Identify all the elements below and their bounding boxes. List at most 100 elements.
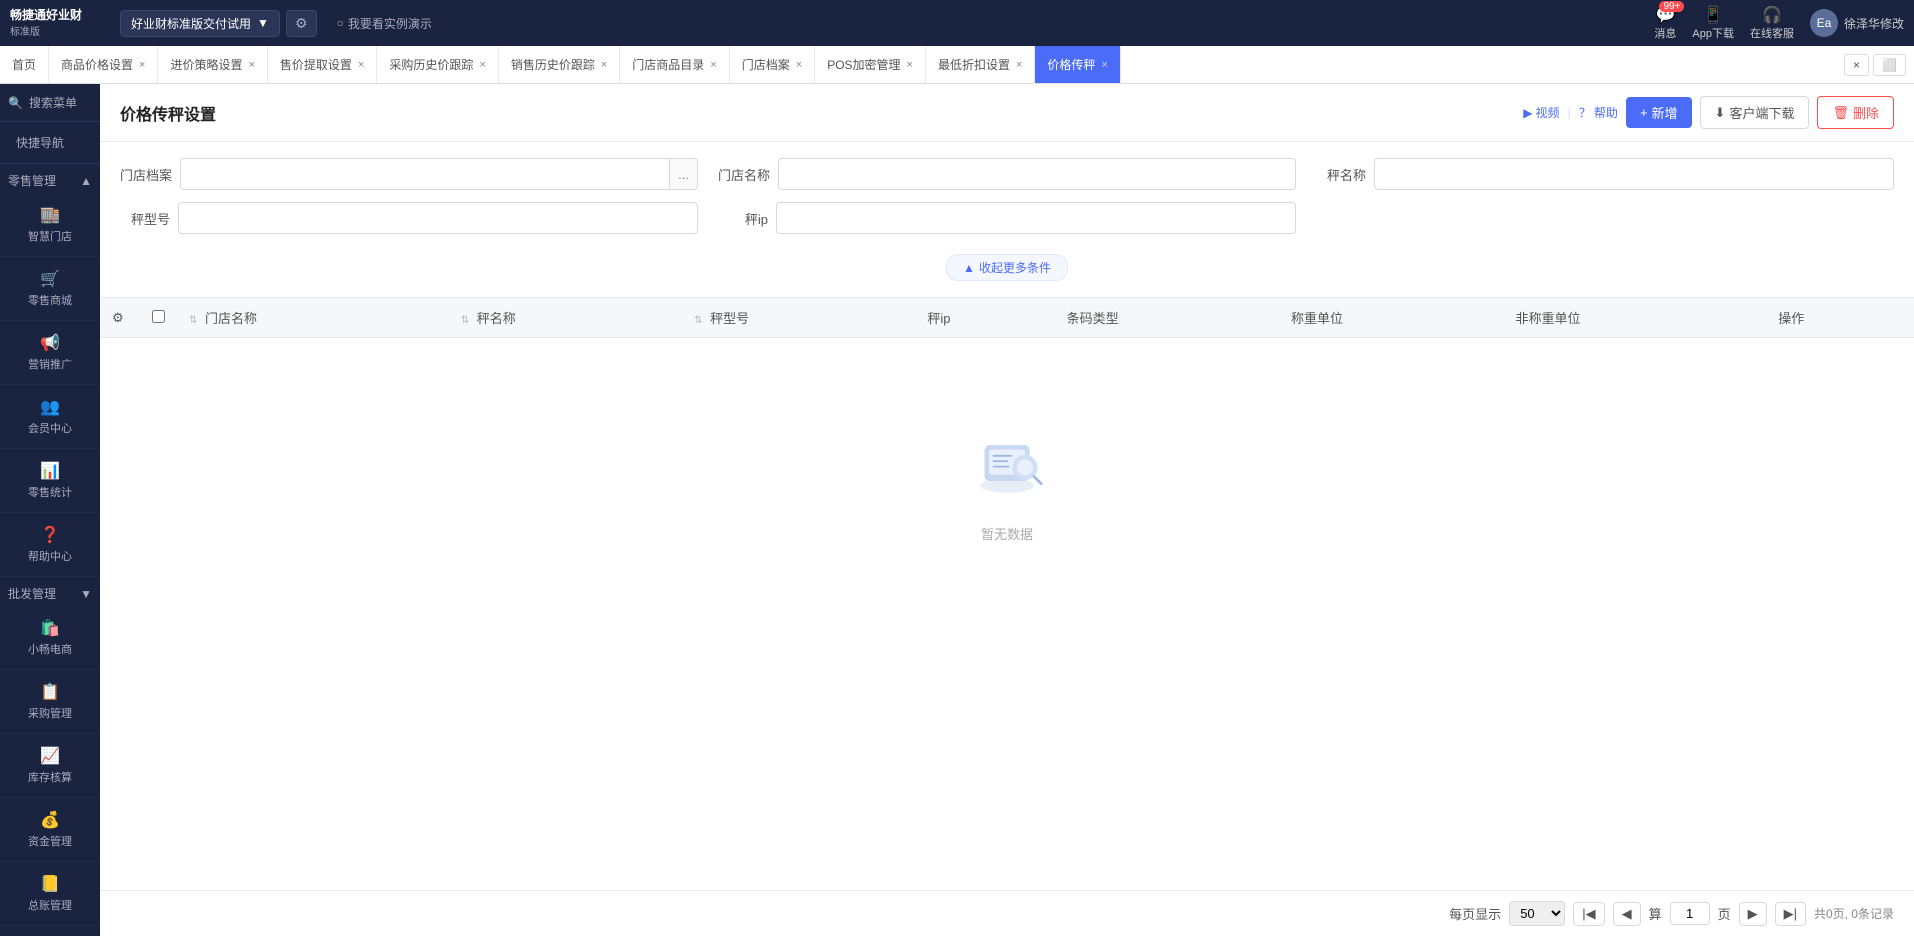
app-download-icon: 📱 xyxy=(1703,5,1723,25)
tab-store-profile-close[interactable]: × xyxy=(796,59,802,71)
tab-store-catalog[interactable]: 门店商品目录 × xyxy=(620,46,729,83)
scale-model-input[interactable] xyxy=(178,202,698,234)
sidebar-item-ecom[interactable]: 🛍️ 小畅电商 xyxy=(0,606,100,670)
user-info[interactable]: Ea 徐泽华修改 xyxy=(1810,9,1904,37)
settings-btn[interactable]: ⚙ xyxy=(286,10,317,37)
add-label: 新增 xyxy=(1652,103,1678,122)
filter-row-1: 门店档案 ... 门店名称 秤名称 xyxy=(120,158,1894,190)
sidebar-item-retail-stats[interactable]: 📊 零售统计 xyxy=(0,449,100,513)
store-name-input[interactable] xyxy=(778,158,1296,190)
table-header: ⚙ ⇅ 门店名称 ⇅ 秤名称 xyxy=(100,298,1914,338)
scale-ip-label: 秤ip xyxy=(718,209,768,228)
video-link[interactable]: ▶ 视频 xyxy=(1523,104,1559,121)
help-link[interactable]: ？ 帮助 xyxy=(1579,104,1618,121)
sidebar-item-invoice[interactable]: 🧾 发票管理 xyxy=(0,926,100,936)
retail-stats-icon: 📊 xyxy=(40,461,60,481)
scale-name-input[interactable] xyxy=(1374,158,1894,190)
first-page-btn[interactable]: |◀ xyxy=(1573,902,1604,926)
online-service-btn[interactable]: 🎧 在线客服 xyxy=(1750,5,1794,41)
version-label: 好业财标准版交付试用 xyxy=(131,15,251,32)
tab-price-settings-close[interactable]: × xyxy=(139,59,145,71)
online-store-icon: 🛒 xyxy=(40,269,60,289)
sidebar-item-inventory[interactable]: 📈 库存核算 xyxy=(0,734,100,798)
sidebar-item-members[interactable]: 👥 会员中心 xyxy=(0,385,100,449)
filter-row-2: 秤型号 秤ip xyxy=(120,202,1894,234)
app-download-btn[interactable]: 📱 App下载 xyxy=(1692,5,1734,41)
per-page-label: 每页显示 xyxy=(1449,904,1501,923)
tab-min-discount[interactable]: 最低折扣设置 × xyxy=(926,46,1035,83)
tab-pos-manage-close[interactable]: × xyxy=(907,59,913,71)
tab-sale-history-close[interactable]: × xyxy=(601,59,607,71)
sidebar-search[interactable]: 🔍 搜索菜单 xyxy=(0,84,100,122)
column-settings-icon[interactable]: ⚙ xyxy=(112,310,124,325)
tab-purchase-strategy-close[interactable]: × xyxy=(248,59,254,71)
tab-price-scale-close[interactable]: × xyxy=(1101,59,1107,71)
store-profile-input[interactable] xyxy=(180,158,670,190)
tab-sale-price[interactable]: 售价提取设置 × xyxy=(268,46,377,83)
sidebar-quick-nav-item[interactable]: 快捷导航 xyxy=(0,128,100,157)
sidebar-item-retail[interactable]: 零售管理 ▲ xyxy=(0,164,100,193)
retail-stats-label: 零售统计 xyxy=(28,484,72,500)
header-actions: ▶ 视频 | ？ 帮助 + 新增 ⬇ 客户端下载 🗑 删除 xyxy=(1523,96,1894,141)
online-store-label: 零售商城 xyxy=(28,292,72,308)
version-selector[interactable]: 好业财标准版交付试用 ▼ xyxy=(120,10,280,37)
tab-restore-btn[interactable]: ⬜ xyxy=(1873,54,1906,76)
store-profile-ellipsis-btn[interactable]: ... xyxy=(670,158,698,190)
tab-sale-price-close[interactable]: × xyxy=(358,59,364,71)
add-btn[interactable]: + 新增 xyxy=(1626,97,1692,128)
search-icon: 🔍 xyxy=(8,96,23,110)
download-btn[interactable]: ⬇ 客户端下载 xyxy=(1700,96,1810,129)
current-page-input[interactable] xyxy=(1670,902,1710,925)
tab-purchase-strategy[interactable]: 进价策略设置 × xyxy=(158,46,267,83)
th-scale-name: ⇅ 秤名称 xyxy=(449,298,682,338)
sidebar-item-ledger[interactable]: 📒 总账管理 xyxy=(0,862,100,926)
sidebar-item-online-store[interactable]: 🛒 零售商城 xyxy=(0,257,100,321)
demo-btn[interactable]: ○ 我要看实例演示 xyxy=(327,11,442,36)
tab-min-discount-label: 最低折扣设置 xyxy=(938,56,1010,73)
tab-pos-manage[interactable]: POS加密管理 × xyxy=(815,46,926,83)
tab-sale-history[interactable]: 销售历史价跟踪 × xyxy=(499,46,620,83)
tab-purchase-history-close[interactable]: × xyxy=(479,59,485,71)
delete-btn[interactable]: 🗑 删除 xyxy=(1817,96,1894,129)
page-unit-label: 页 xyxy=(1718,904,1731,923)
marketing-label: 营销推广 xyxy=(28,356,72,372)
tab-price-settings[interactable]: 商品价格设置 × xyxy=(49,46,158,83)
next-page-btn[interactable]: ▶ xyxy=(1739,902,1767,926)
table-header-row: ⚙ ⇅ 门店名称 ⇅ 秤名称 xyxy=(100,298,1914,338)
tab-store-catalog-close[interactable]: × xyxy=(710,59,716,71)
per-page-select[interactable]: 10 20 50 100 xyxy=(1509,901,1565,926)
scale-ip-input[interactable] xyxy=(776,202,1296,234)
avatar-text: Ea xyxy=(1817,16,1832,30)
top-right-actions: 💬 99+ 消息 📱 App下载 🎧 在线客服 Ea 徐泽华修改 xyxy=(1654,5,1904,41)
sidebar-item-wholesale[interactable]: 批发管理 ▼ xyxy=(0,577,100,606)
main-layout: 🔍 搜索菜单 快捷导航 零售管理 ▲ 🏬 智慧门店 🛒 零售商城 📢 xyxy=(0,84,1914,936)
tab-actions: × ⬜ xyxy=(1836,46,1914,83)
tab-min-discount-close[interactable]: × xyxy=(1016,59,1022,71)
tab-purchase-history[interactable]: 采购历史价跟踪 × xyxy=(377,46,498,83)
sidebar-item-purchase[interactable]: 📋 采购管理 xyxy=(0,670,100,734)
th-barcode-type-label: 条码类型 xyxy=(1067,311,1119,326)
tab-store-profile[interactable]: 门店档案 × xyxy=(730,46,815,83)
user-name: 徐泽华修改 xyxy=(1844,15,1904,32)
tab-home[interactable]: 首页 xyxy=(0,46,49,83)
scale-name-label: 秤名称 xyxy=(1316,165,1366,184)
th-barcode-type: 条码类型 xyxy=(1055,298,1279,338)
purchase-icon: 📋 xyxy=(40,682,60,702)
online-service-label: 在线客服 xyxy=(1750,25,1794,41)
tab-close-all-btn[interactable]: × xyxy=(1844,54,1869,76)
collapse-btn[interactable]: ▲ 收起更多条件 xyxy=(946,254,1068,281)
sidebar-item-help[interactable]: ❓ 帮助中心 xyxy=(0,513,100,577)
prev-page-btn[interactable]: ◀ xyxy=(1613,902,1641,926)
select-all-checkbox[interactable] xyxy=(152,310,165,323)
tab-price-scale[interactable]: 价格传秤 × xyxy=(1035,46,1120,83)
last-page-btn[interactable]: ▶| xyxy=(1775,902,1806,926)
message-btn[interactable]: 💬 99+ 消息 xyxy=(1654,5,1676,41)
sidebar-item-finance[interactable]: 💰 资金管理 xyxy=(0,798,100,862)
store-profile-label: 门店档案 xyxy=(120,165,172,184)
sidebar-item-smart-store[interactable]: 🏬 智慧门店 xyxy=(0,193,100,257)
tab-store-catalog-label: 门店商品目录 xyxy=(632,56,704,73)
th-action: 操作 xyxy=(1766,298,1914,338)
headset-icon: 🎧 xyxy=(1762,5,1782,25)
sidebar-item-marketing[interactable]: 📢 营销推广 xyxy=(0,321,100,385)
filter-scale-ip: 秤ip xyxy=(718,202,1296,234)
